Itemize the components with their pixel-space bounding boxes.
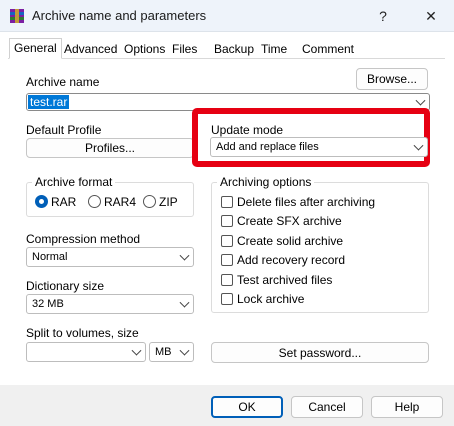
test-archived-checkbox[interactable] bbox=[221, 274, 233, 286]
tab-options[interactable]: Options bbox=[120, 40, 169, 59]
window-title: Archive name and parameters bbox=[32, 8, 207, 23]
create-solid-checkbox[interactable] bbox=[221, 235, 233, 247]
lock-archive-label: Lock archive bbox=[237, 292, 305, 306]
radio-rar4[interactable] bbox=[88, 195, 101, 208]
recovery-record-checkbox[interactable] bbox=[221, 254, 233, 266]
dictionary-size-select[interactable]: 32 MB bbox=[26, 294, 194, 314]
chevron-down-icon bbox=[179, 345, 190, 356]
chevron-down-icon bbox=[131, 345, 142, 356]
chevron-down-icon bbox=[179, 250, 190, 261]
dictionary-size-value: 32 MB bbox=[32, 298, 64, 310]
radio-rar-label: RAR bbox=[51, 195, 77, 209]
test-archived-label: Test archived files bbox=[237, 273, 333, 287]
chevron-down-icon bbox=[179, 297, 190, 308]
compression-method-value: Normal bbox=[32, 251, 68, 263]
dictionary-size-label: Dictionary size bbox=[26, 279, 105, 293]
update-mode-label: Update mode bbox=[211, 123, 284, 137]
set-password-button[interactable]: Set password... bbox=[211, 342, 429, 363]
radio-rar4-label: RAR4 bbox=[104, 195, 137, 209]
split-volumes-label: Split to volumes, size bbox=[26, 326, 139, 340]
tab-files[interactable]: Files bbox=[168, 40, 201, 59]
radio-rar[interactable] bbox=[35, 195, 48, 208]
help-title-button[interactable]: ? bbox=[360, 0, 406, 32]
tab-time[interactable]: Time bbox=[257, 40, 291, 59]
ok-button[interactable]: OK bbox=[211, 396, 283, 418]
recovery-record-label: Add recovery record bbox=[237, 253, 346, 267]
create-sfx-label: Create SFX archive bbox=[237, 214, 342, 228]
default-profile-label: Default Profile bbox=[26, 123, 102, 137]
browse-button[interactable]: Browse... bbox=[356, 68, 428, 90]
compression-method-select[interactable]: Normal bbox=[26, 247, 194, 267]
radio-zip[interactable] bbox=[143, 195, 156, 208]
create-sfx-checkbox[interactable] bbox=[221, 215, 233, 227]
archive-format-title: Archive format bbox=[32, 175, 116, 189]
delete-files-checkbox[interactable] bbox=[221, 196, 233, 208]
update-mode-value: Add and replace files bbox=[216, 141, 319, 153]
tab-backup[interactable]: Backup bbox=[210, 40, 258, 59]
split-volumes-unit-value: MB bbox=[155, 346, 172, 358]
lock-archive-checkbox[interactable] bbox=[221, 293, 233, 305]
update-mode-select[interactable]: Add and replace files bbox=[210, 137, 428, 157]
winrar-app-icon bbox=[10, 9, 24, 23]
split-volumes-unit-select[interactable]: MB bbox=[149, 342, 194, 362]
create-solid-label: Create solid archive bbox=[237, 234, 344, 248]
archiving-options-title: Archiving options bbox=[217, 175, 315, 189]
archive-name-label: Archive name bbox=[26, 75, 100, 89]
chevron-down-icon bbox=[415, 95, 426, 106]
compression-method-label: Compression method bbox=[26, 232, 141, 246]
radio-zip-label: ZIP bbox=[159, 195, 178, 209]
split-volumes-size-input[interactable] bbox=[26, 342, 146, 362]
chevron-down-icon bbox=[413, 140, 424, 151]
cancel-button[interactable]: Cancel bbox=[291, 396, 363, 418]
tab-advanced[interactable]: Advanced bbox=[60, 40, 121, 59]
archive-name-value: test.rar bbox=[28, 95, 70, 109]
help-button[interactable]: Help bbox=[371, 396, 443, 418]
delete-files-label: Delete files after archiving bbox=[237, 195, 376, 209]
tab-general[interactable]: General bbox=[9, 38, 62, 59]
profiles-button[interactable]: Profiles... bbox=[26, 138, 194, 158]
close-button[interactable]: ✕ bbox=[408, 0, 454, 32]
tab-comment[interactable]: Comment bbox=[298, 40, 358, 59]
